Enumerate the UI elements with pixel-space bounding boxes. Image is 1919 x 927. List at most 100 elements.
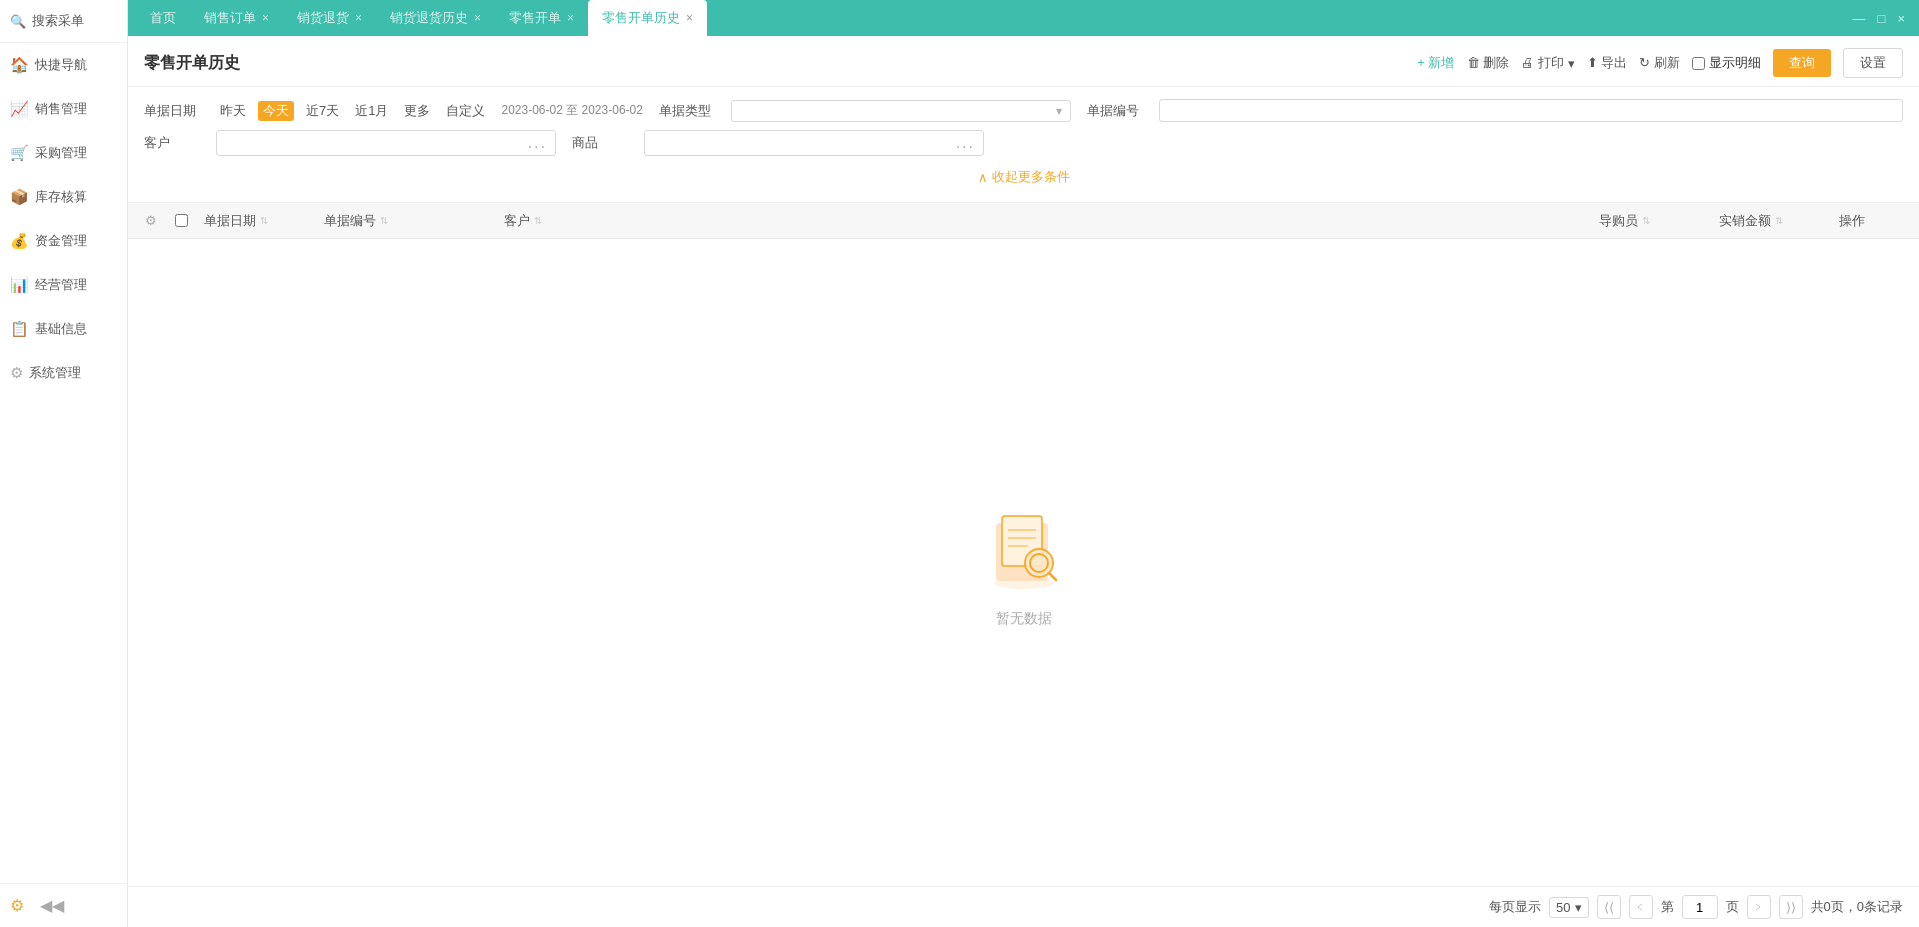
customer-dots: ...	[528, 134, 547, 152]
pagination: 每页显示 50 ▾ ⟨⟨ ﹤ 第 1 页 ﹥ ⟩⟩ 共0页，0条记录	[128, 886, 1919, 927]
doc-type-label: 单据类型	[659, 102, 715, 120]
tab-sales-order[interactable]: 销售订单 ×	[190, 0, 283, 36]
tab-sales-return-close[interactable]: ×	[355, 11, 362, 25]
sidebar-search[interactable]: 🔍 搜索采单	[0, 0, 127, 43]
date-opt-1month[interactable]: 近1月	[351, 101, 392, 121]
finance-icon: 💰	[10, 232, 29, 250]
sidebar-item-label: 基础信息	[35, 320, 87, 338]
tab-retail-open-history-close[interactable]: ×	[686, 11, 693, 25]
sidebar-item-label: 经营管理	[35, 276, 87, 294]
tab-retail-open[interactable]: 零售开单 ×	[495, 0, 588, 36]
doc-sn-input[interactable]	[1159, 99, 1903, 122]
sidebar-item-label: 库存核算	[35, 188, 87, 206]
minimize-button[interactable]: —	[1853, 11, 1866, 26]
th-date-sort: ⇅	[260, 215, 268, 226]
operations-icon: 📊	[10, 276, 29, 294]
sidebar-gear-button[interactable]: ⚙	[10, 896, 24, 915]
tab-retail-open-label: 零售开单	[509, 9, 561, 27]
next-page-button[interactable]: ﹥	[1747, 895, 1771, 919]
delete-button[interactable]: 🗑 删除	[1467, 54, 1510, 72]
th-amount[interactable]: 实销金额 ⇅	[1711, 212, 1831, 230]
date-opt-more[interactable]: 更多	[400, 101, 434, 121]
sidebar-item-quick-nav[interactable]: 🏠 快捷导航	[0, 43, 127, 87]
sys-icon: ⚙	[10, 364, 23, 382]
page-number-input[interactable]: 1	[1682, 895, 1718, 919]
first-page-button[interactable]: ⟨⟨	[1597, 895, 1621, 919]
customer-input[interactable]: ...	[216, 130, 556, 156]
tab-retail-open-history-label: 零售开单历史	[602, 9, 680, 27]
sidebar-item-finance[interactable]: 💰 资金管理	[0, 219, 127, 263]
main-area: 首页 销售订单 × 销货退货 × 销货退货历史 × 零售开单 × 零售开单历史 …	[128, 0, 1919, 927]
maximize-button[interactable]: □	[1878, 11, 1886, 26]
sidebar-collapse-button[interactable]: ◀◀	[40, 896, 64, 915]
table-header: ⚙ 单据日期 ⇅ 单据编号 ⇅ 客户 ⇅ 导购员 ⇅	[128, 203, 1919, 239]
query-button[interactable]: 查询	[1773, 49, 1831, 77]
prev-page-button[interactable]: ﹤	[1629, 895, 1653, 919]
empty-area: 暂无数据	[128, 239, 1919, 886]
export-label: ⬆ 导出	[1587, 54, 1628, 72]
export-button[interactable]: ⬆ 导出	[1587, 54, 1628, 72]
page-size-select[interactable]: 50 ▾	[1549, 897, 1588, 918]
th-guide[interactable]: 导购员 ⇅	[1591, 212, 1711, 230]
sidebar-item-inventory[interactable]: 📦 库存核算	[0, 175, 127, 219]
select-all-checkbox[interactable]	[175, 214, 188, 227]
tab-sales-return[interactable]: 销货退货 ×	[283, 0, 376, 36]
th-sn-label: 单据编号	[324, 212, 376, 230]
tab-sales-order-label: 销售订单	[204, 9, 256, 27]
tab-sales-order-close[interactable]: ×	[262, 11, 269, 25]
tab-retail-open-close[interactable]: ×	[567, 11, 574, 25]
print-button[interactable]: 🖨 打印 ▾	[1521, 54, 1575, 72]
th-date[interactable]: 单据日期 ⇅	[196, 212, 316, 230]
tab-sales-return-history-close[interactable]: ×	[474, 11, 481, 25]
date-opt-today[interactable]: 今天	[258, 101, 294, 121]
display-detail-label: 显示明细	[1709, 54, 1761, 72]
th-customer-label: 客户	[504, 212, 530, 230]
tab-retail-open-history[interactable]: 零售开单历史 ×	[588, 0, 707, 36]
doc-type-select[interactable]: ▾	[731, 100, 1071, 122]
tab-sales-return-history-label: 销货退货历史	[390, 9, 468, 27]
date-opt-yesterday[interactable]: 昨天	[216, 101, 250, 121]
empty-icon	[974, 498, 1074, 598]
home-icon: 🏠	[10, 56, 29, 74]
th-customer-sort: ⇅	[534, 215, 542, 226]
table-settings-button[interactable]: ⚙	[136, 213, 166, 228]
th-amount-label: 实销金额	[1719, 212, 1771, 230]
page-size-label: 每页显示	[1489, 898, 1541, 916]
sidebar-item-label: 系统管理	[29, 364, 81, 382]
date-opt-custom[interactable]: 自定义	[442, 101, 489, 121]
th-sn[interactable]: 单据编号 ⇅	[316, 212, 496, 230]
product-input[interactable]: ...	[644, 130, 984, 156]
display-detail-checkbox-wrap[interactable]: 显示明细	[1692, 54, 1761, 72]
add-button[interactable]: + 新增	[1417, 54, 1454, 72]
last-page-button[interactable]: ⟩⟩	[1779, 895, 1803, 919]
date-opt-7days[interactable]: 近7天	[302, 101, 343, 121]
sidebar-item-label: 采购管理	[35, 144, 87, 162]
setting-button[interactable]: 设置	[1843, 48, 1903, 78]
refresh-button[interactable]: ↻ 刷新	[1639, 54, 1680, 72]
doc-sn-label: 单据编号	[1087, 102, 1143, 120]
th-amount-sort: ⇅	[1775, 215, 1783, 226]
sidebar-item-sys-mgmt[interactable]: ⚙ 系统管理	[0, 351, 127, 395]
print-label: 🖨 打印	[1521, 54, 1564, 72]
sidebar-item-basic-info[interactable]: 📋 基础信息	[0, 307, 127, 351]
tab-sales-return-history[interactable]: 销货退货历史 ×	[376, 0, 495, 36]
tab-sales-return-label: 销货退货	[297, 9, 349, 27]
date-filter-label: 单据日期	[144, 102, 200, 120]
sidebar-item-operations[interactable]: 📊 经营管理	[0, 263, 127, 307]
sidebar-item-purchase-mgmt[interactable]: 🛒 采购管理	[0, 131, 127, 175]
sidebar: 🔍 搜索采单 🏠 快捷导航 📈 销售管理 🛒 采购管理 📦 库存核算 💰 资金管…	[0, 0, 128, 927]
display-detail-checkbox[interactable]	[1692, 57, 1705, 70]
collapse-arrow-icon: ∧	[978, 170, 988, 185]
page-label: 页	[1726, 898, 1739, 916]
th-customer[interactable]: 客户 ⇅	[496, 212, 1591, 230]
inventory-icon: 📦	[10, 188, 29, 206]
th-action: 操作	[1831, 212, 1911, 230]
tab-home[interactable]: 首页	[136, 0, 190, 36]
total-info: 共0页，0条记录	[1811, 898, 1903, 916]
close-window-button[interactable]: ×	[1897, 11, 1905, 26]
page-word: 第	[1661, 898, 1674, 916]
table-select-all[interactable]	[166, 214, 196, 227]
collapse-more-button[interactable]: ∧ 收起更多条件	[144, 164, 1903, 190]
sidebar-item-sales-mgmt[interactable]: 📈 销售管理	[0, 87, 127, 131]
refresh-label: ↻ 刷新	[1639, 54, 1680, 72]
